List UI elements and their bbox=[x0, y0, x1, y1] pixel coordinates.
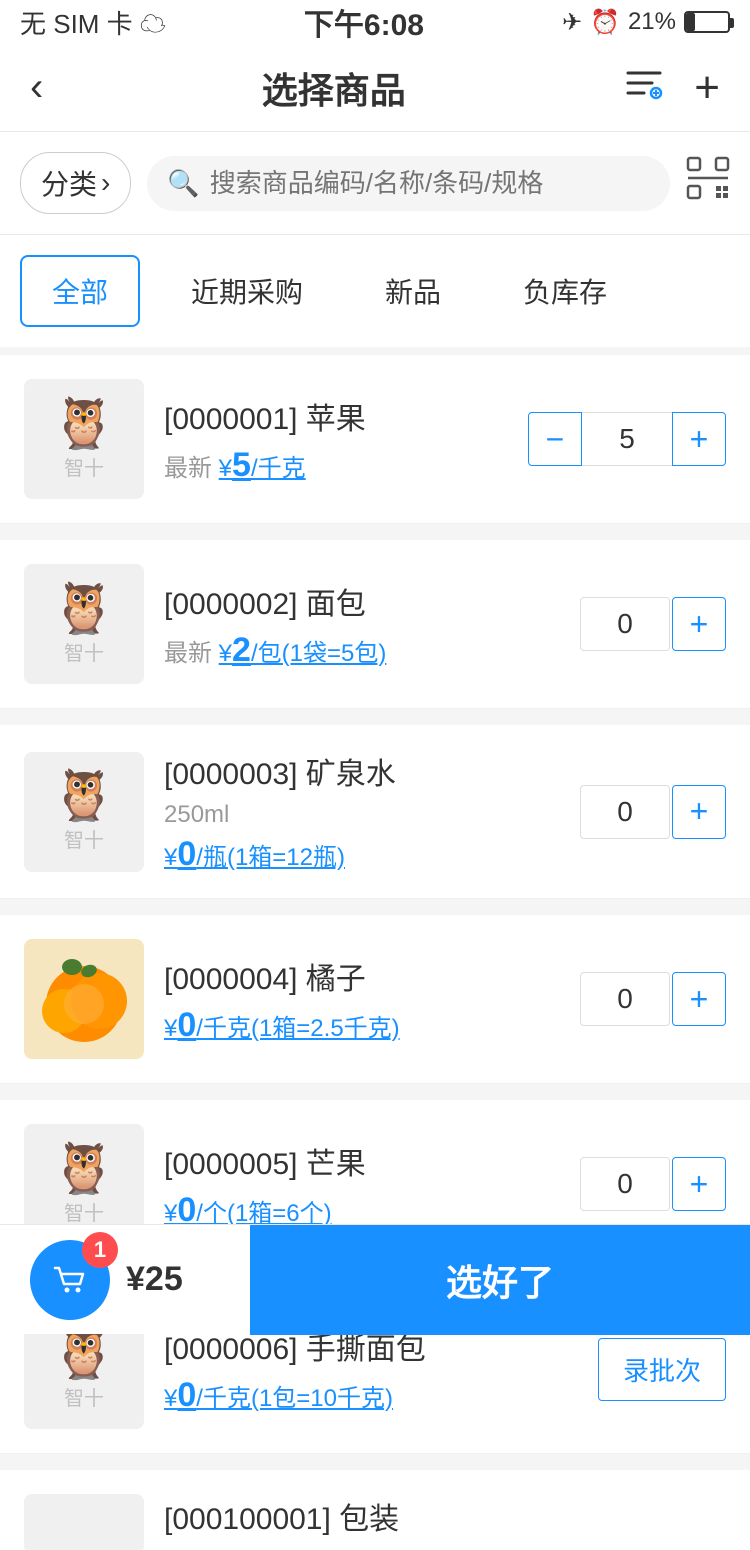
qty-control: + bbox=[580, 597, 726, 651]
product-thumbnail: 🦉 智十 bbox=[24, 379, 144, 499]
status-time: 下午6:08 bbox=[304, 0, 424, 44]
location-icon: ✈ bbox=[562, 8, 582, 37]
cart-button-wrap[interactable]: 1 bbox=[30, 1240, 110, 1320]
product-thumbnail: 🦉 智十 bbox=[24, 564, 144, 684]
product-thumbnail bbox=[24, 939, 144, 1059]
product-list: 🦉 智十 [0000001] 苹果 最新 ¥5/千克 − + 🦉 智十 [000… bbox=[0, 355, 750, 1550]
filter-tabs: 全部 近期采购 新品 负库存 bbox=[0, 235, 750, 355]
product-info: [000100001] 包装 bbox=[144, 1494, 726, 1546]
product-name: [0000003] 矿泉水 bbox=[164, 749, 560, 793]
search-input-wrap: 🔍 bbox=[147, 156, 670, 211]
qty-input[interactable] bbox=[580, 597, 670, 651]
qty-plus-button[interactable]: + bbox=[672, 597, 726, 651]
status-left: 无 SIM 卡 ☁ bbox=[20, 4, 166, 41]
qty-control: + bbox=[580, 972, 726, 1026]
product-name: [0000004] 橘子 bbox=[164, 954, 560, 998]
qty-input[interactable] bbox=[580, 1157, 670, 1211]
battery-percent: 21% bbox=[628, 8, 676, 36]
qty-minus-button[interactable]: − bbox=[528, 412, 582, 466]
qty-control: + bbox=[580, 1157, 726, 1211]
status-right: ✈ ⏰ 21% bbox=[562, 8, 730, 37]
cart-total: ¥25 bbox=[126, 1260, 183, 1299]
category-chevron-icon: › bbox=[101, 167, 110, 199]
qty-plus-button[interactable]: + bbox=[672, 412, 726, 466]
qty-plus-button[interactable]: + bbox=[672, 785, 726, 839]
bottom-bar: 1 ¥25 选好了 bbox=[0, 1224, 750, 1334]
list-item: 🦉 智十 [0000003] 矿泉水 250ml ¥0/瓶(1箱=12瓶) + bbox=[0, 725, 750, 899]
product-info: [0000002] 面包 最新 ¥2/包(1袋=5包) bbox=[144, 579, 580, 670]
cart-badge: 1 bbox=[82, 1232, 118, 1268]
product-thumbnail bbox=[24, 1494, 144, 1550]
product-price: ¥0/瓶(1箱=12瓶) bbox=[164, 835, 560, 874]
list-item: [000100001] 包装 bbox=[0, 1470, 750, 1550]
product-price: ¥0/千克(1包=10千克) bbox=[164, 1376, 578, 1415]
category-button[interactable]: 分类 › bbox=[20, 152, 131, 214]
qty-control: − + bbox=[528, 412, 726, 466]
alarm-icon: ⏰ bbox=[590, 8, 620, 37]
product-name: [000100001] 包装 bbox=[164, 1494, 706, 1538]
product-info: [0000003] 矿泉水 250ml ¥0/瓶(1箱=12瓶) bbox=[144, 749, 580, 874]
product-name: [0000002] 面包 bbox=[164, 579, 560, 623]
product-info: [0000006] 手撕面包 ¥0/千克(1包=10千克) bbox=[144, 1324, 598, 1415]
page-title: 选择商品 bbox=[262, 62, 406, 114]
product-thumbnail: 🦉 智十 bbox=[24, 752, 144, 872]
sim-label: 无 SIM 卡 ☁ bbox=[20, 4, 166, 41]
tab-negative[interactable]: 负库存 bbox=[492, 255, 638, 327]
search-input[interactable] bbox=[210, 168, 650, 199]
list-item: 🦉 智十 [0000001] 苹果 最新 ¥5/千克 − + bbox=[0, 355, 750, 524]
product-name: [0000005] 芒果 bbox=[164, 1139, 560, 1183]
qty-plus-button[interactable]: + bbox=[672, 972, 726, 1026]
nav-actions: + bbox=[624, 63, 720, 113]
product-info: [0000004] 橘子 ¥0/千克(1箱=2.5千克) bbox=[144, 954, 580, 1045]
qty-input[interactable] bbox=[580, 785, 670, 839]
list-item: [0000004] 橘子 ¥0/千克(1箱=2.5千克) + bbox=[0, 915, 750, 1084]
status-bar: 无 SIM 卡 ☁ 下午6:08 ✈ ⏰ 21% bbox=[0, 0, 750, 44]
confirm-button[interactable]: 选好了 bbox=[250, 1225, 750, 1335]
scan-icon[interactable] bbox=[686, 156, 730, 210]
qty-input[interactable] bbox=[580, 972, 670, 1026]
add-button[interactable]: + bbox=[694, 63, 720, 113]
qty-plus-button[interactable]: + bbox=[672, 1157, 726, 1211]
product-price: 最新 ¥2/包(1袋=5包) bbox=[164, 631, 560, 670]
tab-new[interactable]: 新品 bbox=[354, 255, 472, 327]
product-spec: 250ml bbox=[164, 801, 560, 829]
product-info: [0000005] 芒果 ¥0/个(1箱=6个) bbox=[144, 1139, 580, 1230]
tab-all[interactable]: 全部 bbox=[20, 255, 140, 327]
product-info: [0000001] 苹果 最新 ¥5/千克 bbox=[144, 394, 528, 485]
product-price: ¥0/千克(1箱=2.5千克) bbox=[164, 1006, 560, 1045]
tab-recent[interactable]: 近期采购 bbox=[160, 255, 334, 327]
search-area: 分类 › 🔍 bbox=[0, 132, 750, 235]
cart-area: 1 ¥25 bbox=[0, 1240, 250, 1320]
battery-icon bbox=[684, 11, 730, 33]
product-price: 最新 ¥5/千克 bbox=[164, 446, 508, 485]
filter-icon[interactable] bbox=[624, 65, 664, 110]
search-icon: 🔍 bbox=[167, 168, 199, 199]
list-item: 🦉 智十 [0000002] 面包 最新 ¥2/包(1袋=5包) + bbox=[0, 540, 750, 709]
category-label: 分类 bbox=[41, 163, 97, 203]
nav-bar: ‹ 选择商品 + bbox=[0, 44, 750, 132]
qty-control: + bbox=[580, 785, 726, 839]
qty-input[interactable] bbox=[582, 412, 672, 466]
back-button[interactable]: ‹ bbox=[30, 65, 43, 110]
batch-button[interactable]: 录批次 bbox=[598, 1338, 726, 1401]
product-name: [0000001] 苹果 bbox=[164, 394, 508, 438]
